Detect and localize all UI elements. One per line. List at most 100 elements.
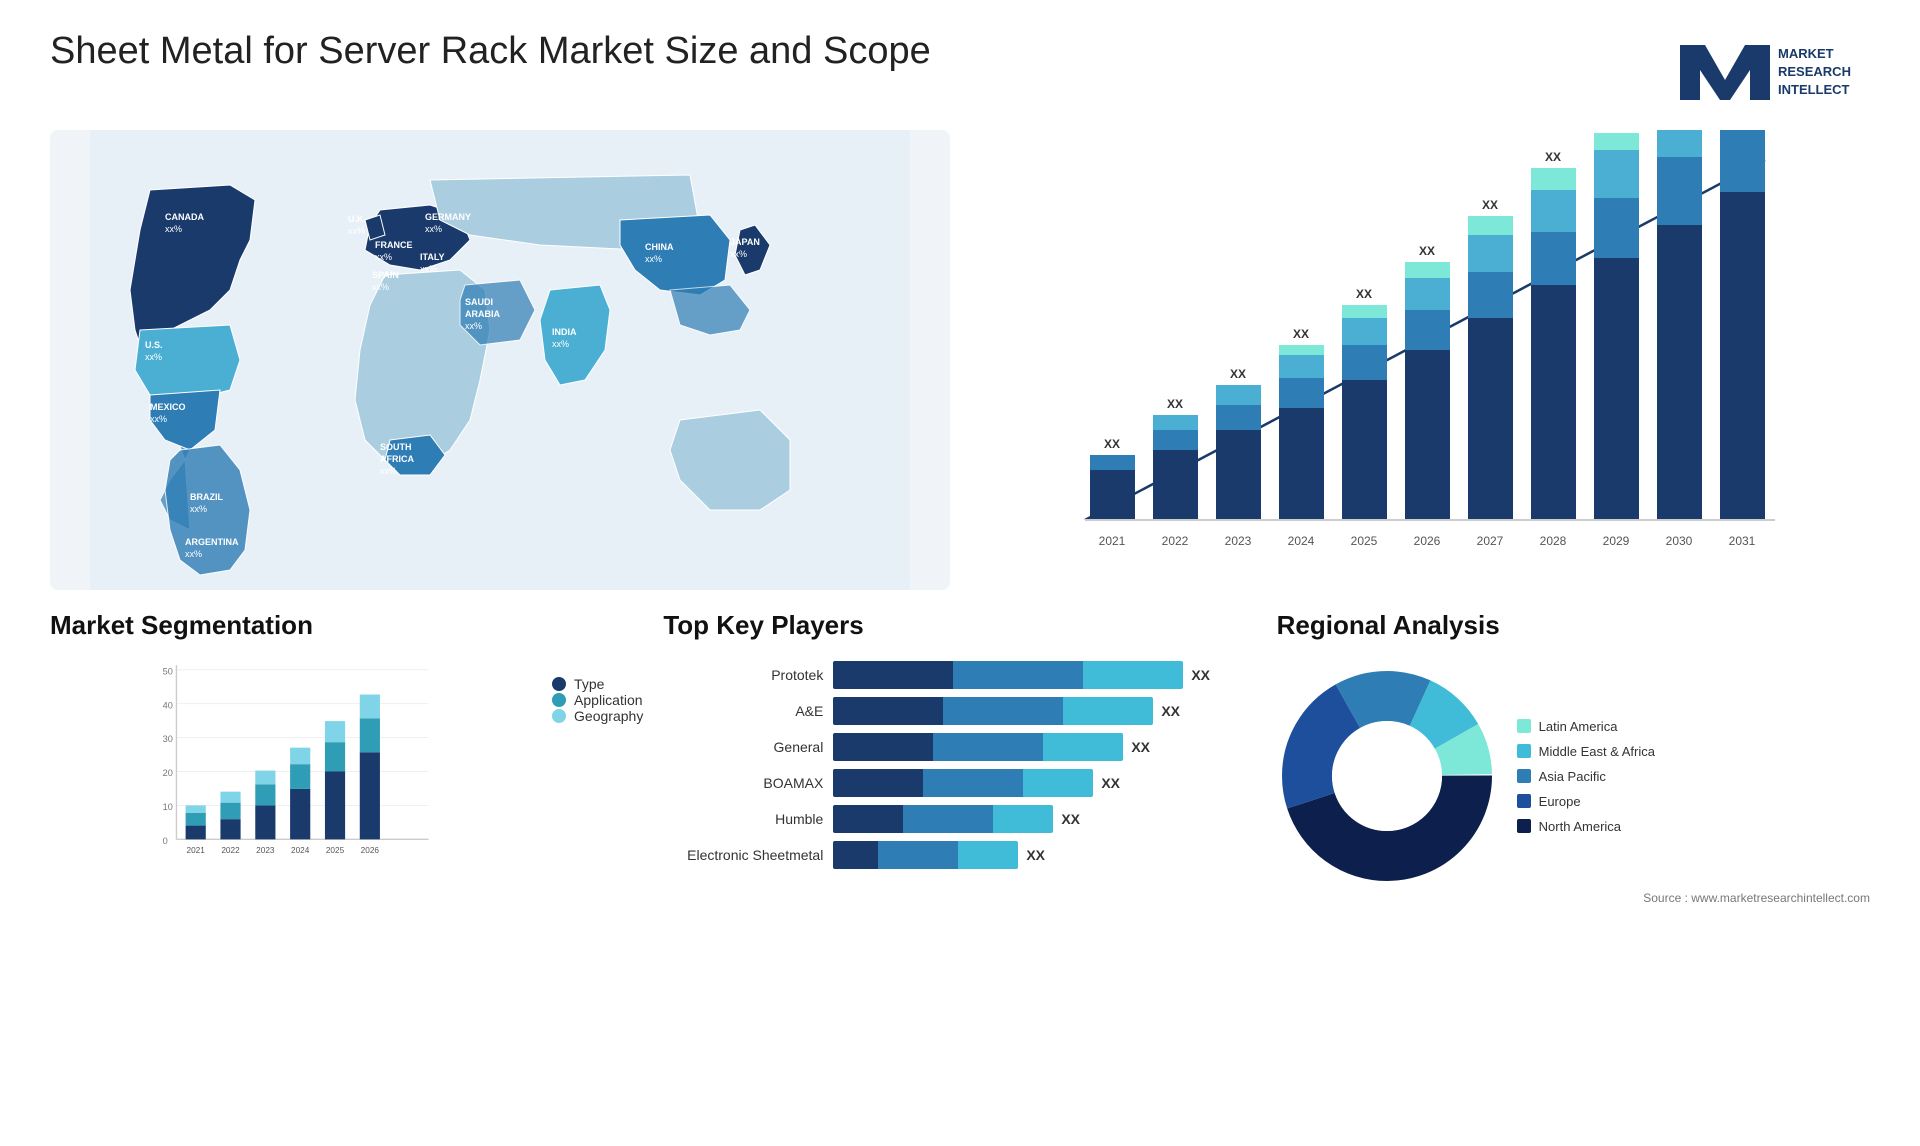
key-players-area: Top Key Players Prototek XX A&E <box>663 610 1256 1116</box>
seg-chart-wrap: 0 10 20 30 40 50 <box>50 656 532 881</box>
svg-text:2031: 2031 <box>1729 534 1756 548</box>
player-xx-electronic: XX <box>1026 847 1045 863</box>
player-bar-ae <box>833 697 1153 725</box>
player-xx-boamax: XX <box>1101 775 1120 791</box>
svg-text:2023: 2023 <box>1225 534 1252 548</box>
legend-geography: Geography <box>552 708 643 724</box>
application-dot <box>552 693 566 707</box>
svg-text:xx%: xx% <box>190 504 207 514</box>
svg-text:2026: 2026 <box>361 846 380 855</box>
svg-text:xx%: xx% <box>150 414 167 424</box>
svg-text:BRAZIL: BRAZIL <box>190 492 223 502</box>
player-bar-boamax <box>833 769 1093 797</box>
svg-text:0: 0 <box>163 836 168 846</box>
bar-seg1 <box>833 733 933 761</box>
growth-chart-svg: XX 2021 XX 2022 XX 2023 XX <box>970 130 1870 560</box>
svg-text:40: 40 <box>163 700 173 710</box>
svg-text:XX: XX <box>1608 130 1624 131</box>
bar-seg3 <box>1043 733 1123 761</box>
bar-seg3 <box>1063 697 1153 725</box>
geography-label: Geography <box>574 708 643 724</box>
geography-dot <box>552 709 566 723</box>
svg-text:FRANCE: FRANCE <box>375 240 413 250</box>
europe-label: Europe <box>1539 794 1581 809</box>
svg-text:xx%: xx% <box>730 249 747 259</box>
key-players-title: Top Key Players <box>663 610 1256 641</box>
bottom-section: Market Segmentation 0 10 20 30 40 50 <box>50 610 1870 1116</box>
svg-text:xx%: xx% <box>420 264 437 274</box>
logo-icon: MARKET RESEARCH INTELLECT <box>1670 30 1870 110</box>
svg-text:XX: XX <box>1230 367 1246 381</box>
player-bar-wrap-general: XX <box>833 733 1256 761</box>
player-name-ae: A&E <box>663 703 823 719</box>
legend-asia-pacific: Asia Pacific <box>1517 769 1655 784</box>
svg-text:XX: XX <box>1356 287 1372 301</box>
svg-text:50: 50 <box>163 666 173 676</box>
player-xx-humble: XX <box>1061 811 1080 827</box>
player-bar-wrap-boamax: XX <box>833 769 1256 797</box>
north-america-label: North America <box>1539 819 1621 834</box>
latin-america-color <box>1517 719 1531 733</box>
player-bar-prototek <box>833 661 1183 689</box>
legend-middle-east: Middle East & Africa <box>1517 744 1655 759</box>
svg-text:MARKET: MARKET <box>1778 46 1834 61</box>
svg-text:INDIA: INDIA <box>552 327 577 337</box>
svg-text:2024: 2024 <box>1288 534 1315 548</box>
svg-text:xx%: xx% <box>552 339 569 349</box>
player-xx-ae: XX <box>1161 703 1180 719</box>
svg-text:SAUDI: SAUDI <box>465 297 493 307</box>
svg-text:xx%: xx% <box>348 226 365 236</box>
svg-text:2030: 2030 <box>1666 534 1693 548</box>
legend-type: Type <box>552 676 643 692</box>
player-row-prototek: Prototek XX <box>663 661 1256 689</box>
north-america-color <box>1517 819 1531 833</box>
bar-seg3 <box>1023 769 1093 797</box>
world-map-svg: CANADA xx% U.S. xx% MEXICO xx% BRAZIL xx… <box>50 130 950 590</box>
type-dot <box>552 677 566 691</box>
svg-text:JAPAN: JAPAN <box>730 237 760 247</box>
svg-text:2026: 2026 <box>1414 534 1441 548</box>
player-name-general: General <box>663 739 823 755</box>
player-bar-general <box>833 733 1123 761</box>
logo-area: MARKET RESEARCH INTELLECT <box>1670 30 1870 110</box>
svg-text:ITALY: ITALY <box>420 252 445 262</box>
page-wrapper: Sheet Metal for Server Rack Market Size … <box>0 0 1920 1146</box>
svg-text:2029: 2029 <box>1603 534 1630 548</box>
player-bar-wrap-ae: XX <box>833 697 1256 725</box>
bar-seg2 <box>878 841 958 869</box>
player-name-electronic: Electronic Sheetmetal <box>663 847 823 863</box>
svg-text:CHINA: CHINA <box>645 242 674 252</box>
seg-chart-svg: 0 10 20 30 40 50 <box>50 656 532 876</box>
svg-text:ARGENTINA: ARGENTINA <box>185 537 239 547</box>
seg-with-legend: 0 10 20 30 40 50 <box>50 656 643 1116</box>
bar-seg1 <box>833 841 878 869</box>
svg-text:INTELLECT: INTELLECT <box>1778 82 1850 97</box>
svg-text:xx%: xx% <box>645 254 662 264</box>
regional-area: Regional Analysis <box>1277 610 1870 1116</box>
player-bar-wrap-prototek: XX <box>833 661 1256 689</box>
svg-text:2027: 2027 <box>1477 534 1504 548</box>
svg-text:xx%: xx% <box>375 252 392 262</box>
svg-text:XX: XX <box>1104 437 1120 451</box>
seg-legend: Type Application Geography <box>552 676 643 724</box>
svg-text:2025: 2025 <box>1351 534 1378 548</box>
player-row-electronic: Electronic Sheetmetal XX <box>663 841 1256 869</box>
svg-text:SPAIN: SPAIN <box>372 270 399 280</box>
svg-text:2022: 2022 <box>1162 534 1189 548</box>
svg-text:GERMANY: GERMANY <box>425 212 471 222</box>
donut-wrap: Latin America Middle East & Africa Asia … <box>1277 666 1870 886</box>
bar-seg2 <box>943 697 1063 725</box>
legend-latin-america: Latin America <box>1517 719 1655 734</box>
latin-america-label: Latin America <box>1539 719 1618 734</box>
bar-seg2 <box>923 769 1023 797</box>
svg-text:xx%: xx% <box>165 224 182 234</box>
svg-text:2025: 2025 <box>326 846 345 855</box>
player-bar-wrap-electronic: XX <box>833 841 1256 869</box>
bar-seg1 <box>833 805 903 833</box>
svg-text:2023: 2023 <box>256 846 275 855</box>
player-xx-prototek: XX <box>1191 667 1210 683</box>
segmentation-title: Market Segmentation <box>50 610 643 641</box>
legend-application: Application <box>552 692 643 708</box>
svg-text:2021: 2021 <box>1099 534 1126 548</box>
middle-east-label: Middle East & Africa <box>1539 744 1655 759</box>
